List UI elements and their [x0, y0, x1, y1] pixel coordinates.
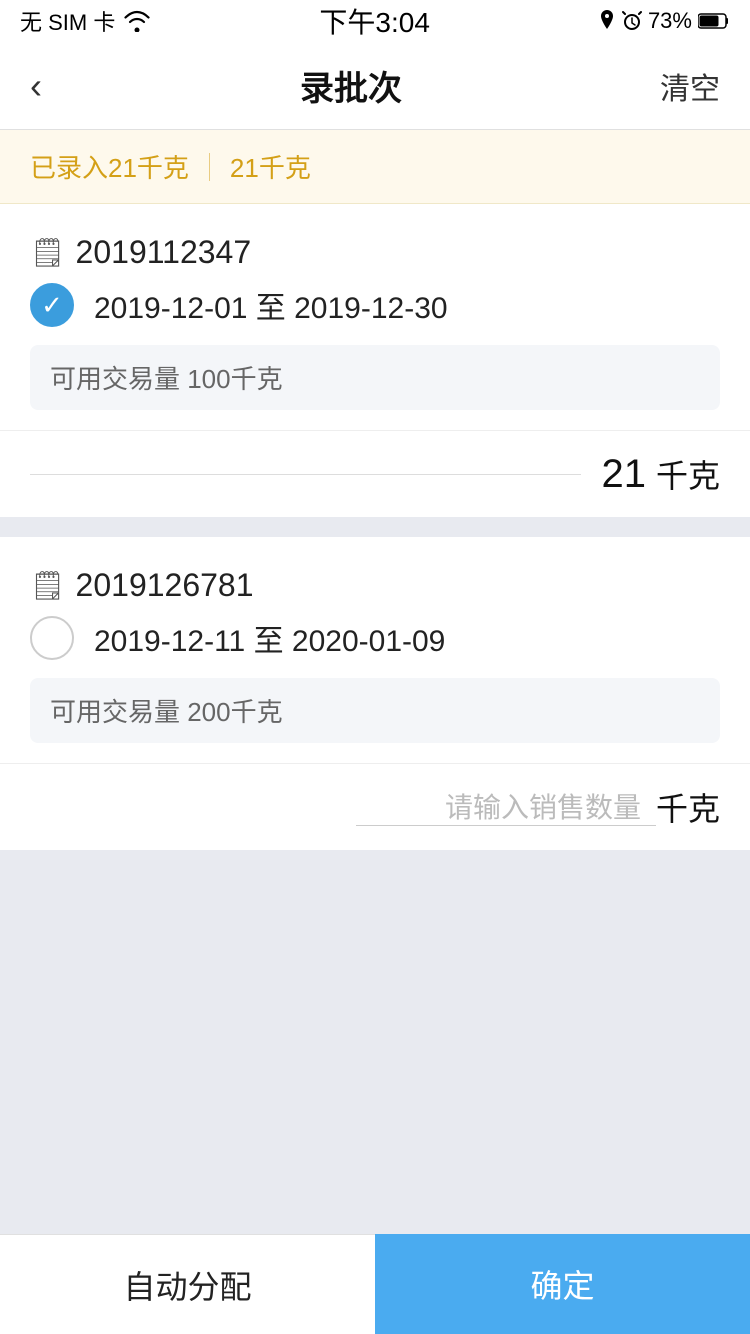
auto-distribute-button[interactable]: 自动分配 [0, 1234, 375, 1334]
batch1-date-range: 2019-12-01 至 2019-12-30 [94, 283, 448, 327]
batch-item-1: 🗒 2019112347 ✓ 2019-12-01 至 2019-12-30 可… [0, 204, 750, 430]
nav-bar: ‹ 录批次 清空 [0, 42, 750, 130]
total-text: 21千克 [230, 148, 311, 185]
batch2-header: 🗒 2019126781 [30, 567, 720, 604]
status-right: 73% [598, 8, 730, 34]
batch1-quantity-row: 21 千克 [0, 430, 750, 517]
batch2-quantity-row[interactable]: 千克 [0, 763, 750, 850]
summary-divider [209, 153, 210, 181]
no-sim-text: 无 SIM 卡 [20, 5, 115, 37]
battery-icon [698, 12, 730, 30]
batch2-quantity-unit: 千克 [656, 784, 720, 830]
location-icon [598, 10, 616, 32]
batch1-quantity-value: 21 [601, 452, 646, 497]
batch1-doc-icon: 🗒 [30, 236, 66, 269]
batch2-doc-icon: 🗒 [30, 569, 66, 602]
page-title: 录批次 [300, 61, 402, 110]
alarm-icon [622, 10, 642, 32]
batch2-date-row[interactable]: 2019-12-11 至 2020-01-09 [30, 616, 720, 660]
battery-text: 73% [648, 8, 692, 34]
back-button[interactable]: ‹ [30, 65, 42, 107]
batch2-quantity-input[interactable] [356, 788, 656, 826]
recorded-text: 已录入21千克 [30, 148, 189, 185]
batch1-header: 🗒 2019112347 [30, 234, 720, 271]
bottom-bar: 自动分配 确定 [0, 1234, 750, 1334]
batch1-date-row[interactable]: ✓ 2019-12-01 至 2019-12-30 [30, 283, 720, 327]
clear-button[interactable]: 清空 [660, 64, 720, 108]
status-bar: 无 SIM 卡 下午3:04 73% [0, 0, 750, 42]
check-icon: ✓ [41, 292, 63, 318]
wifi-icon [123, 10, 151, 32]
status-time: 下午3:04 [319, 1, 430, 41]
status-left: 无 SIM 卡 [20, 5, 151, 37]
batch1-radio[interactable]: ✓ [30, 283, 74, 327]
batch1-availability: 可用交易量 100千克 [30, 345, 720, 410]
batch2-id: 2019126781 [76, 567, 254, 604]
batch2-radio[interactable] [30, 616, 74, 660]
batch2-date-range: 2019-12-11 至 2020-01-09 [94, 616, 445, 660]
batch-divider [0, 517, 750, 537]
confirm-button[interactable]: 确定 [375, 1234, 750, 1334]
summary-bar: 已录入21千克 21千克 [0, 130, 750, 204]
batch-item-2: 🗒 2019126781 2019-12-11 至 2020-01-09 可用交… [0, 537, 750, 763]
batch1-id: 2019112347 [76, 234, 252, 271]
batch2-availability: 可用交易量 200千克 [30, 678, 720, 743]
batch1-quantity-unit: 千克 [656, 451, 720, 497]
